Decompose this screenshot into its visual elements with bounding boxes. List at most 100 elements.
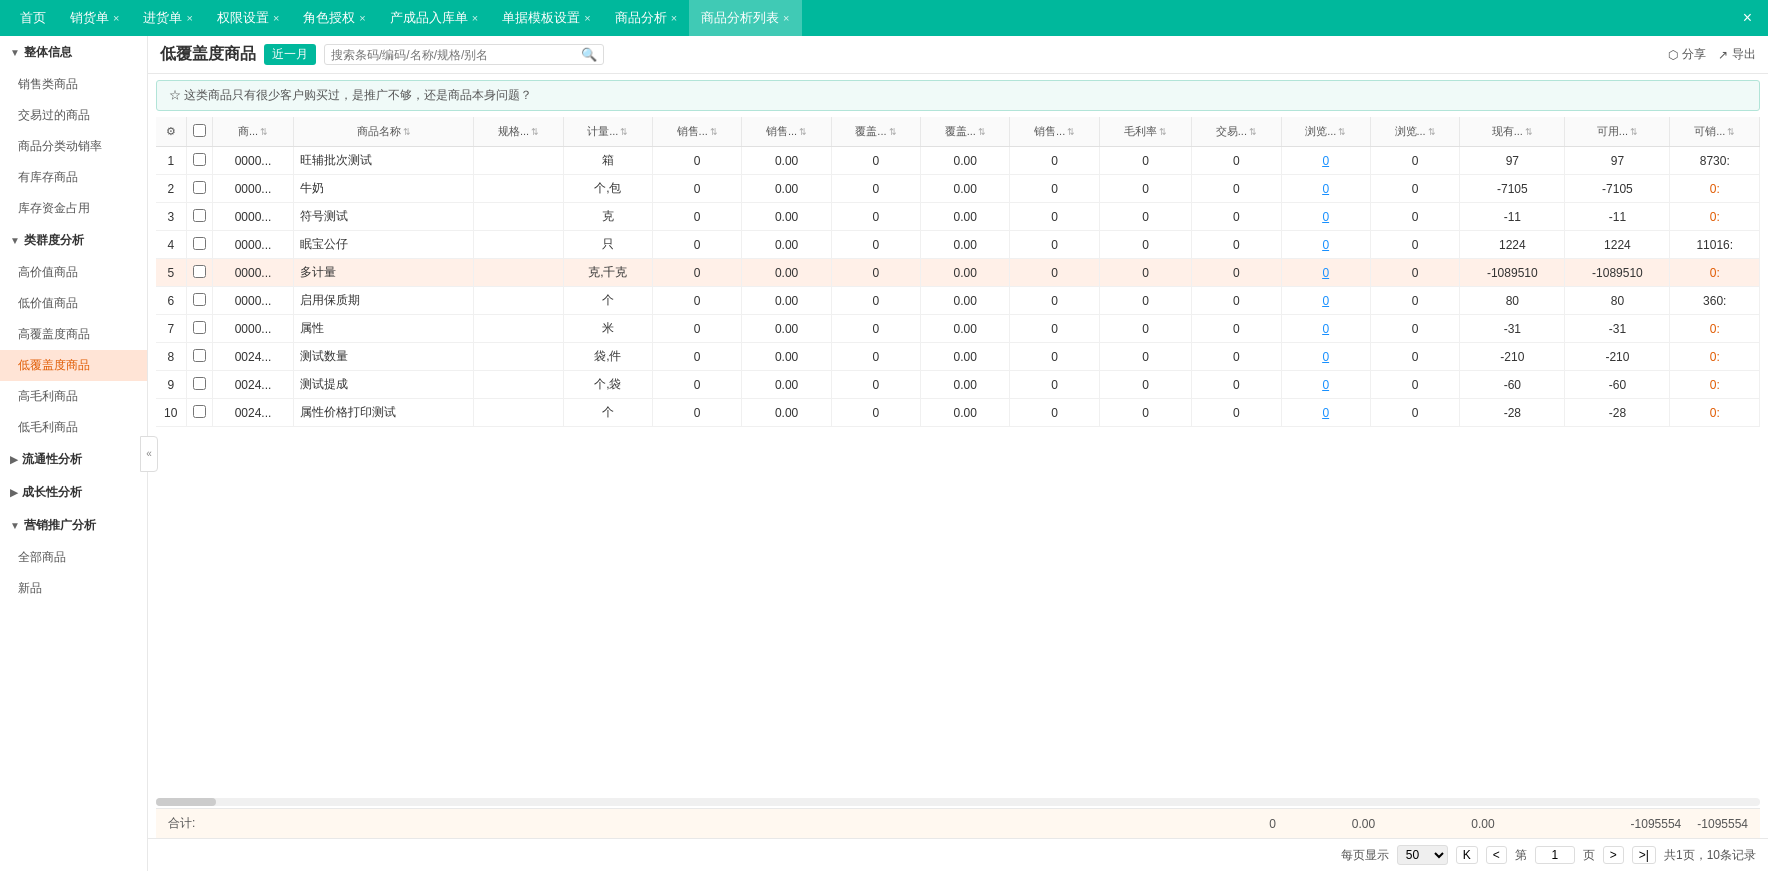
sidebar-section-group-analysis[interactable]: ▼ 类群度分析	[0, 224, 147, 257]
nav-tab-permissions-close[interactable]: ×	[273, 12, 279, 24]
row-checkbox[interactable]	[186, 175, 212, 203]
nav-tab-finished-goods-close[interactable]: ×	[472, 12, 478, 24]
col-margin[interactable]: 毛利率⇅	[1099, 117, 1191, 147]
row-checkbox[interactable]	[186, 231, 212, 259]
row-checkbox[interactable]	[186, 259, 212, 287]
row-stock2: 80	[1565, 287, 1670, 315]
nav-tab-product-analysis-label: 商品分析	[615, 9, 667, 27]
row-unit: 个	[563, 399, 652, 427]
row-unit: 克	[563, 203, 652, 231]
row-stock2: -28	[1565, 399, 1670, 427]
row-checkbox[interactable]	[186, 399, 212, 427]
nav-tab-home-label: 首页	[20, 9, 46, 27]
search-input[interactable]	[331, 48, 581, 62]
row-checkbox[interactable]	[186, 287, 212, 315]
col-sales2[interactable]: 销售...⇅	[742, 117, 831, 147]
col-cover1[interactable]: 覆盖...⇅	[831, 117, 920, 147]
row-browse1[interactable]: 0	[1281, 259, 1370, 287]
sidebar-item-stock-capital[interactable]: 库存资金占用	[0, 193, 147, 224]
sidebar-section-growth[interactable]: ▶ 成长性分析	[0, 476, 147, 509]
sidebar-item-sales-goods[interactable]: 销售类商品	[0, 69, 147, 100]
nav-tab-home[interactable]: 首页	[8, 0, 58, 36]
col-browse2[interactable]: 浏览...⇅	[1370, 117, 1459, 147]
nav-tab-templates[interactable]: 单据模板设置 ×	[490, 0, 602, 36]
nav-tab-purchase[interactable]: 进货单 ×	[131, 0, 204, 36]
nav-tab-purchase-close[interactable]: ×	[186, 12, 192, 24]
select-all-checkbox[interactable]	[193, 124, 206, 137]
row-checkbox[interactable]	[186, 315, 212, 343]
row-cover1: 0	[831, 315, 920, 343]
row-browse1[interactable]: 0	[1281, 399, 1370, 427]
sidebar-item-high-value[interactable]: 高价值商品	[0, 257, 147, 288]
sidebar-item-high-margin[interactable]: 高毛利商品	[0, 381, 147, 412]
nav-tab-sales[interactable]: 销货单 ×	[58, 0, 131, 36]
share-button[interactable]: ⬡ 分享	[1668, 46, 1706, 63]
col-cover2[interactable]: 覆盖...⇅	[921, 117, 1010, 147]
col-settings[interactable]: ⚙	[156, 117, 186, 147]
col-sales1[interactable]: 销售...⇅	[653, 117, 742, 147]
row-browse1[interactable]: 0	[1281, 203, 1370, 231]
col-checkbox[interactable]	[186, 117, 212, 147]
sidebar-item-traded-goods[interactable]: 交易过的商品	[0, 100, 147, 131]
row-checkbox[interactable]	[186, 343, 212, 371]
window-close-button[interactable]: ×	[1735, 9, 1760, 27]
first-page-button[interactable]: K	[1456, 846, 1478, 864]
col-code[interactable]: 商...⇅	[212, 117, 294, 147]
sidebar-item-category-rate[interactable]: 商品分类动销率	[0, 131, 147, 162]
row-sales2: 0.00	[742, 147, 831, 175]
col-stock1[interactable]: 现有...⇅	[1460, 117, 1565, 147]
col-sales3[interactable]: 销售...⇅	[1010, 117, 1099, 147]
nav-tab-roles-close[interactable]: ×	[359, 12, 365, 24]
nav-tab-product-analysis-list-close[interactable]: ×	[783, 12, 789, 24]
row-browse1[interactable]: 0	[1281, 315, 1370, 343]
nav-tab-permissions[interactable]: 权限设置 ×	[205, 0, 291, 36]
prev-page-button[interactable]: <	[1486, 846, 1507, 864]
row-checkbox[interactable]	[186, 147, 212, 175]
nav-tab-product-analysis[interactable]: 商品分析 ×	[603, 0, 689, 36]
row-browse1[interactable]: 0	[1281, 231, 1370, 259]
next-page-button[interactable]: >	[1603, 846, 1624, 864]
row-num: 1	[156, 147, 186, 175]
sidebar-section-overall[interactable]: ▼ 整体信息	[0, 36, 147, 69]
col-unit[interactable]: 计量...⇅	[563, 117, 652, 147]
nav-tab-templates-close[interactable]: ×	[584, 12, 590, 24]
row-checkbox[interactable]	[186, 203, 212, 231]
sidebar-item-low-coverage[interactable]: 低覆盖度商品	[0, 350, 147, 381]
col-spec[interactable]: 规格...⇅	[474, 117, 563, 147]
sidebar-item-in-stock[interactable]: 有库存商品	[0, 162, 147, 193]
row-sales3: 0	[1010, 315, 1099, 343]
col-stock2[interactable]: 可用...⇅	[1565, 117, 1670, 147]
row-sales3: 0	[1010, 287, 1099, 315]
nav-tab-product-analysis-list[interactable]: 商品分析列表 ×	[689, 0, 801, 36]
nav-tab-roles[interactable]: 角色授权 ×	[291, 0, 377, 36]
horizontal-scrollbar[interactable]	[156, 798, 1760, 806]
sidebar-item-new-goods[interactable]: 新品	[0, 573, 147, 604]
nav-tab-sales-close[interactable]: ×	[113, 12, 119, 24]
sidebar-item-high-coverage[interactable]: 高覆盖度商品	[0, 319, 147, 350]
export-button[interactable]: ↗ 导出	[1718, 46, 1756, 63]
nav-tab-finished-goods[interactable]: 产成品入库单 ×	[378, 0, 490, 36]
row-browse1[interactable]: 0	[1281, 147, 1370, 175]
row-checkbox[interactable]	[186, 371, 212, 399]
sidebar-section-marketing[interactable]: ▼ 营销推广分析	[0, 509, 147, 542]
nav-tab-product-analysis-close[interactable]: ×	[671, 12, 677, 24]
col-browse1[interactable]: 浏览...⇅	[1281, 117, 1370, 147]
period-button[interactable]: 近一月	[264, 44, 316, 65]
scroll-thumb[interactable]	[156, 798, 216, 806]
page-size-select[interactable]: 50 10 20 100	[1397, 845, 1448, 865]
row-browse1[interactable]: 0	[1281, 287, 1370, 315]
last-page-button[interactable]: >|	[1632, 846, 1656, 864]
page-number-input[interactable]	[1535, 846, 1575, 864]
row-browse1[interactable]: 0	[1281, 371, 1370, 399]
search-icon[interactable]: 🔍	[581, 47, 597, 62]
sidebar-section-liquidity[interactable]: ▶ 流通性分析	[0, 443, 147, 476]
col-trade[interactable]: 交易...⇅	[1192, 117, 1281, 147]
sidebar-item-low-margin[interactable]: 低毛利商品	[0, 412, 147, 443]
sidebar-item-all-goods[interactable]: 全部商品	[0, 542, 147, 573]
row-browse1[interactable]: 0	[1281, 343, 1370, 371]
sidebar-collapse-button[interactable]: «	[140, 436, 158, 472]
sidebar-item-low-value[interactable]: 低价值商品	[0, 288, 147, 319]
row-browse1[interactable]: 0	[1281, 175, 1370, 203]
col-name[interactable]: 商品名称⇅	[294, 117, 474, 147]
col-sellable[interactable]: 可销...⇅	[1670, 117, 1760, 147]
